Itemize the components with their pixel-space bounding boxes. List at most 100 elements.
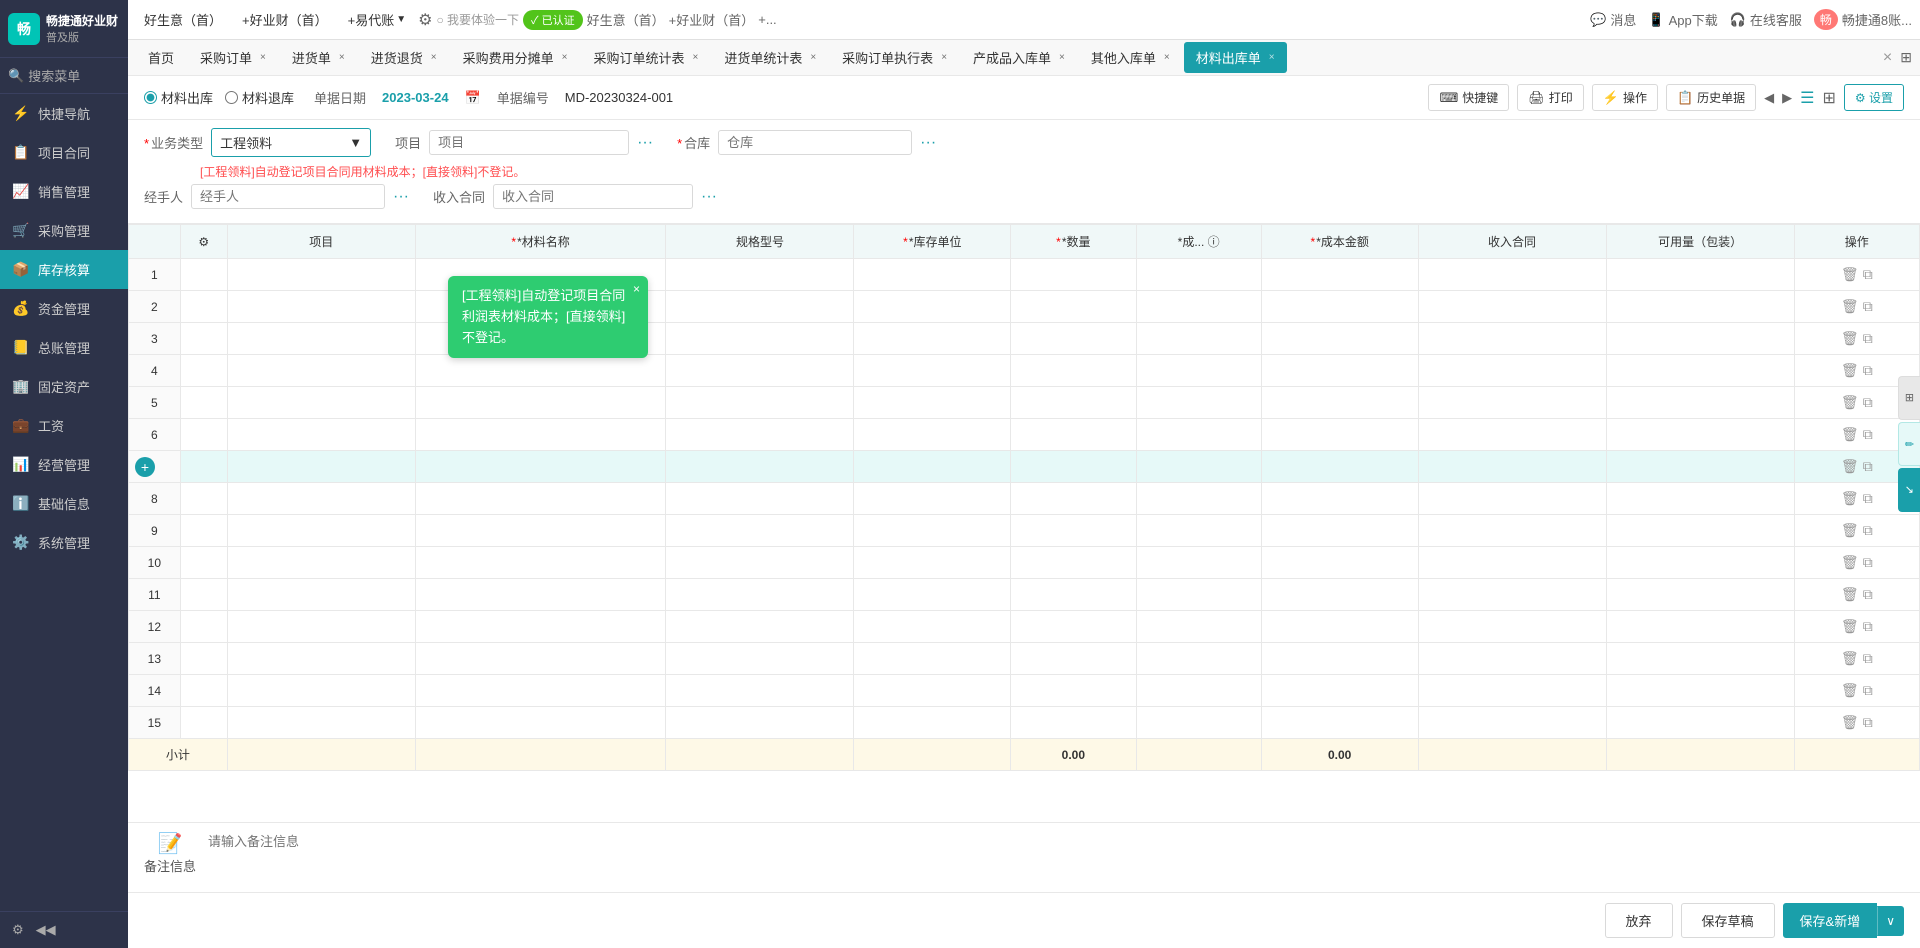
business-type-select[interactable]: 工程领料 ▼ xyxy=(211,128,371,157)
row-copy-btn-5[interactable]: ⧉ xyxy=(1863,394,1873,411)
tab-purchase-expense[interactable]: 采购费用分摊单 × xyxy=(451,42,580,73)
tab-receipt[interactable]: 进货单 × xyxy=(280,42,357,73)
notes-input[interactable] xyxy=(208,831,1904,861)
close-purchase-expense[interactable]: × xyxy=(562,52,568,63)
tab-other-in[interactable]: 其他入库单 × xyxy=(1079,42,1182,73)
tab-receipt-return[interactable]: 进货退货 × xyxy=(359,42,449,73)
row-income-contract-3[interactable] xyxy=(1418,323,1606,355)
history-btn[interactable]: 📋 历史单据 xyxy=(1666,84,1756,111)
close-receipt[interactable]: × xyxy=(339,52,345,63)
row-delete-btn-11[interactable]: 🗑 xyxy=(1841,586,1859,603)
sidebar-item-sales[interactable]: 📈 销售管理 xyxy=(0,172,128,211)
row-copy-btn-8[interactable]: ⧉ xyxy=(1863,490,1873,507)
row-warehouse-unit-3[interactable] xyxy=(854,323,1011,355)
tab-purchase-stat[interactable]: 采购订单统计表 × xyxy=(581,42,710,73)
row-copy-btn-9[interactable]: ⧉ xyxy=(1863,522,1873,539)
row-delete-btn-5[interactable]: 🗑 xyxy=(1841,394,1859,411)
income-contract-dots-icon[interactable]: ··· xyxy=(701,188,717,206)
row-copy-btn-4[interactable]: ⧉ xyxy=(1863,362,1873,379)
save-new-main-button[interactable]: 保存&新增 xyxy=(1783,903,1878,938)
topbar-more[interactable]: +... xyxy=(758,12,776,27)
calendar-icon[interactable]: 📅 xyxy=(465,90,481,106)
sidebar-item-finance[interactable]: 💰 资金管理 xyxy=(0,289,128,328)
tab-purchase-exec[interactable]: 采购订单执行表 × xyxy=(830,42,959,73)
row-delete-btn-1[interactable]: 🗑 xyxy=(1841,266,1859,283)
row-delete-btn-6[interactable]: 🗑 xyxy=(1841,426,1859,443)
row-project-3[interactable] xyxy=(227,323,415,355)
topbar-good-business[interactable]: 好生意（首） xyxy=(136,6,230,33)
row-delete-btn-7[interactable]: 🗑 xyxy=(1841,458,1859,475)
row-delete-btn-15[interactable]: 🗑 xyxy=(1841,714,1859,731)
row-copy-btn-14[interactable]: ⧉ xyxy=(1863,682,1873,699)
topbar-easy-account[interactable]: +易代账 ▼ xyxy=(340,6,415,33)
row-spec-3[interactable] xyxy=(666,323,854,355)
close-receipt-return[interactable]: × xyxy=(431,52,437,63)
sidebar-item-quicknav[interactable]: ⚡ 快捷导航 xyxy=(0,94,128,133)
right-float-btn-2[interactable]: ✏ xyxy=(1898,422,1920,466)
handler-dots-icon[interactable]: ··· xyxy=(393,188,409,206)
row-available-1[interactable] xyxy=(1606,259,1794,291)
income-contract-input[interactable] xyxy=(493,184,693,209)
tab-receipt-stat[interactable]: 进货单统计表 × xyxy=(712,42,828,73)
project-input[interactable] xyxy=(429,130,629,155)
settings-btn[interactable]: ⚙ 设置 xyxy=(1844,84,1904,111)
message-btn[interactable]: 💬 消息 xyxy=(1590,10,1636,29)
row-cost-price-3[interactable] xyxy=(1136,323,1261,355)
row-warehouse-unit-2[interactable] xyxy=(854,291,1011,323)
row-quantity-3[interactable] xyxy=(1011,323,1136,355)
settings-bottom-icon[interactable]: ⚙ xyxy=(12,922,24,938)
save-new-arrow-button[interactable]: ∨ xyxy=(1877,906,1904,936)
row-copy-btn-7[interactable]: ⧉ xyxy=(1863,458,1873,475)
row-copy-btn-10[interactable]: ⧉ xyxy=(1863,554,1873,571)
row-delete-btn-13[interactable]: 🗑 xyxy=(1841,650,1859,667)
sidebar-item-system[interactable]: ⚙️ 系统管理 xyxy=(0,523,128,562)
row-project-2[interactable] xyxy=(227,291,415,323)
save-draft-button[interactable]: 保存草稿 xyxy=(1681,903,1775,938)
sidebar-item-operations[interactable]: 📊 经营管理 xyxy=(0,445,128,484)
row-delete-btn-12[interactable]: 🗑 xyxy=(1841,618,1859,635)
close-purchase-exec[interactable]: × xyxy=(941,52,947,63)
row-delete-btn-8[interactable]: 🗑 xyxy=(1841,490,1859,507)
tab-product-in[interactable]: 产成品入库单 × xyxy=(961,42,1077,73)
row-warehouse-unit-1[interactable] xyxy=(854,259,1011,291)
row-cost-amount-1[interactable] xyxy=(1261,259,1418,291)
row-copy-btn-1[interactable]: ⧉ xyxy=(1863,266,1873,283)
app-download-btn[interactable]: 📱 App下载 xyxy=(1648,10,1717,29)
grid-view-icon[interactable]: ⊞ xyxy=(1823,88,1836,108)
row-cost-amount-3[interactable] xyxy=(1261,323,1418,355)
user-avatar[interactable]: 畅 畅捷通8账... xyxy=(1814,9,1912,30)
tooltip-close-btn[interactable]: × xyxy=(633,280,640,299)
topbar-good-fin2[interactable]: +好业财（首） xyxy=(669,10,755,29)
search-menu-item[interactable]: 🔍 搜索菜单 xyxy=(0,58,128,94)
row-copy-btn-11[interactable]: ⧉ xyxy=(1863,586,1873,603)
row-delete-btn-10[interactable]: 🗑 xyxy=(1841,554,1859,571)
row-copy-btn-3[interactable]: ⧉ xyxy=(1863,330,1873,347)
row7-material-input[interactable] xyxy=(422,459,660,474)
row-delete-btn-2[interactable]: 🗑 xyxy=(1841,298,1859,315)
close-receipt-stat[interactable]: × xyxy=(810,52,816,63)
right-float-btn-3[interactable]: ↗ xyxy=(1898,468,1920,512)
handler-input[interactable] xyxy=(191,184,385,209)
row-cost-price-2[interactable] xyxy=(1136,291,1261,323)
project-dots-icon[interactable]: ··· xyxy=(637,134,653,152)
topbar-good-finance[interactable]: +好业财（首） xyxy=(234,6,336,33)
warehouse-dots-icon[interactable]: ··· xyxy=(920,134,936,152)
tab-home[interactable]: 首页 xyxy=(136,42,186,73)
row-delete-btn-3[interactable]: 🗑 xyxy=(1841,330,1859,347)
warehouse-input[interactable] xyxy=(718,130,912,155)
sidebar-item-assets[interactable]: 🏢 固定资产 xyxy=(0,367,128,406)
row-copy-btn-15[interactable]: ⧉ xyxy=(1863,714,1873,731)
row-copy-btn-12[interactable]: ⧉ xyxy=(1863,618,1873,635)
nav-next-icon[interactable]: ▶ xyxy=(1782,90,1792,106)
tab-purchase-order[interactable]: 采购订单 × xyxy=(188,42,278,73)
close-purchase-order[interactable]: × xyxy=(260,52,266,63)
topbar-settings-icon[interactable]: ⚙ xyxy=(418,10,432,30)
close-purchase-stat[interactable]: × xyxy=(692,52,698,63)
right-float-btn-1[interactable]: ⊞ xyxy=(1898,376,1920,420)
row-delete-btn-4[interactable]: 🗑 xyxy=(1841,362,1859,379)
sidebar-item-purchase[interactable]: 🛒 采购管理 xyxy=(0,211,128,250)
row-spec-1[interactable] xyxy=(666,259,854,291)
sidebar-item-inventory[interactable]: 📦 库存核算 xyxy=(0,250,128,289)
sidebar-item-payroll[interactable]: 💼 工资 xyxy=(0,406,128,445)
collapse-icon[interactable]: ◀◀ xyxy=(36,922,56,938)
